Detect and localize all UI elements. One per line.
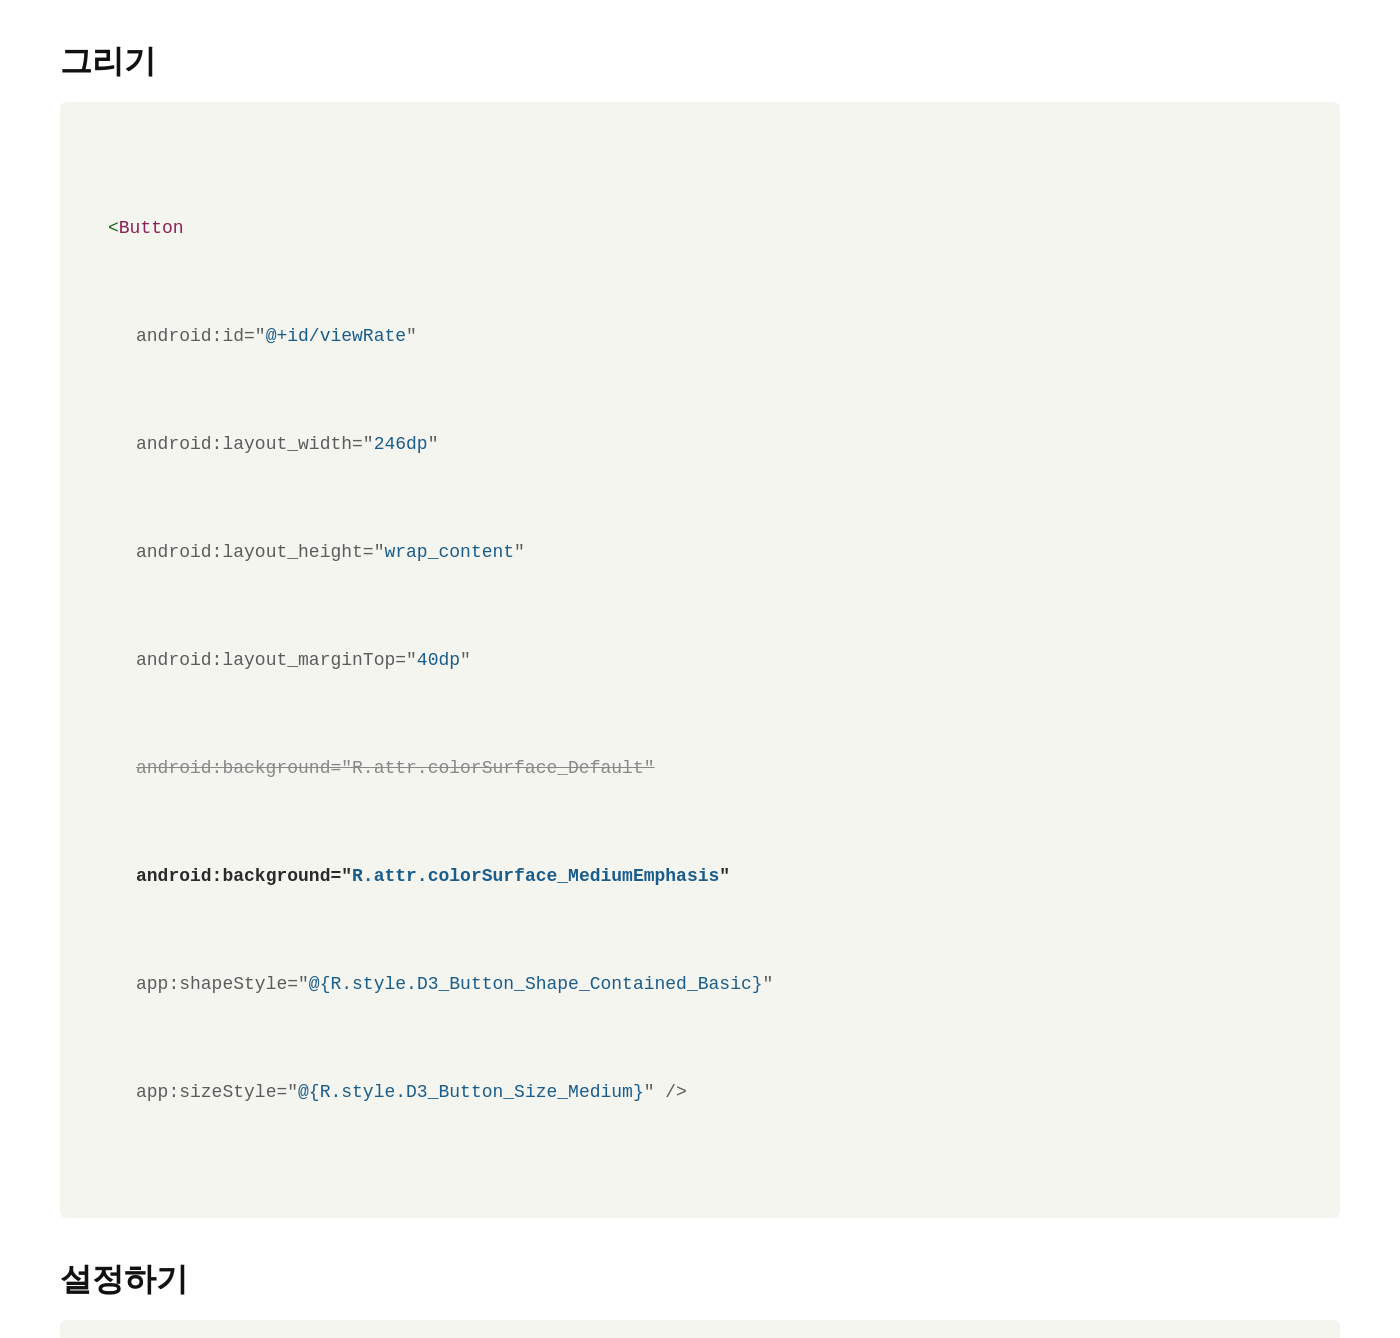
code-block-setup: // 예시를 위해 string.xml 관리가 아닌 임의 리터럴 할당 하였… — [60, 1320, 1340, 1338]
attr-margin-name: layout_marginTop — [222, 650, 395, 670]
tag-name: Button — [119, 218, 184, 238]
code-line-3: android:layout_width="246dp" — [108, 426, 1292, 462]
quote-close6: " — [763, 974, 774, 994]
attr-margin: android: — [136, 650, 222, 670]
page-content: 그리기 <Button android:id="@+id/viewRate" a… — [60, 40, 1340, 1338]
attr-bg-old: android:background="R.attr.colorSurface_… — [136, 758, 654, 778]
value-bg-new: R.attr.colorSurface_MediumEmphasis — [352, 866, 719, 886]
value-size: @{R.style.D3_Button_Size_Medium} — [298, 1082, 644, 1102]
attr-height: android: — [136, 542, 222, 562]
eq3: =" — [363, 542, 385, 562]
self-close: /> — [655, 1082, 687, 1102]
code-line-2: android:id="@+id/viewRate" — [108, 318, 1292, 354]
section-title-draw: 그리기 — [60, 40, 1340, 84]
code-line-9: app:sizeStyle="@{R.style.D3_Button_Size_… — [108, 1074, 1292, 1110]
eq5: =" — [330, 866, 352, 886]
code-line-5: android:layout_marginTop="40dp" — [108, 642, 1292, 678]
eq4: =" — [395, 650, 417, 670]
attr-size-prefix: app: — [136, 1082, 179, 1102]
quote-close2: " — [428, 434, 439, 454]
attr-shape-prefix: app: — [136, 974, 179, 994]
eq2: =" — [352, 434, 374, 454]
value-width: 246dp — [374, 434, 428, 454]
value-shape: @{R.style.D3_Button_Shape_Contained_Basi… — [309, 974, 763, 994]
attr-size-name: sizeStyle — [179, 1082, 276, 1102]
quote-close7: " — [644, 1082, 655, 1102]
code-line-8: app:shapeStyle="@{R.style.D3_Button_Shap… — [108, 966, 1292, 1002]
code-line-1: <Button — [108, 210, 1292, 246]
code-line-7-bold: android:background="R.attr.colorSurface_… — [108, 858, 1292, 894]
quote-close: " — [406, 326, 417, 346]
bracket: < — [108, 218, 119, 238]
eq7: =" — [276, 1082, 298, 1102]
eq6: =" — [287, 974, 309, 994]
attr-id-name: id — [222, 326, 244, 346]
eq: =" — [244, 326, 266, 346]
code-line-4: android:layout_height="wrap_content" — [108, 534, 1292, 570]
attr-width-name: layout_width — [222, 434, 352, 454]
quote-close5: " — [719, 866, 730, 886]
quote-close3: " — [514, 542, 525, 562]
quote-close4: " — [460, 650, 471, 670]
attr-id: android: — [136, 326, 222, 346]
attr-height-name: layout_height — [222, 542, 362, 562]
attr-shape-name: shapeStyle — [179, 974, 287, 994]
attr-bg-new-name: background — [222, 866, 330, 886]
value-height: wrap_content — [384, 542, 514, 562]
code-line-6-strikethrough: android:background="R.attr.colorSurface_… — [108, 750, 1292, 786]
value-margin: 40dp — [417, 650, 460, 670]
section-title-setup: 설정하기 — [60, 1258, 1340, 1302]
attr-width: android: — [136, 434, 222, 454]
value-id: @+id/viewRate — [266, 326, 406, 346]
code-block-draw: <Button android:id="@+id/viewRate" andro… — [60, 102, 1340, 1218]
attr-bg-new-prefix: android: — [136, 866, 222, 886]
